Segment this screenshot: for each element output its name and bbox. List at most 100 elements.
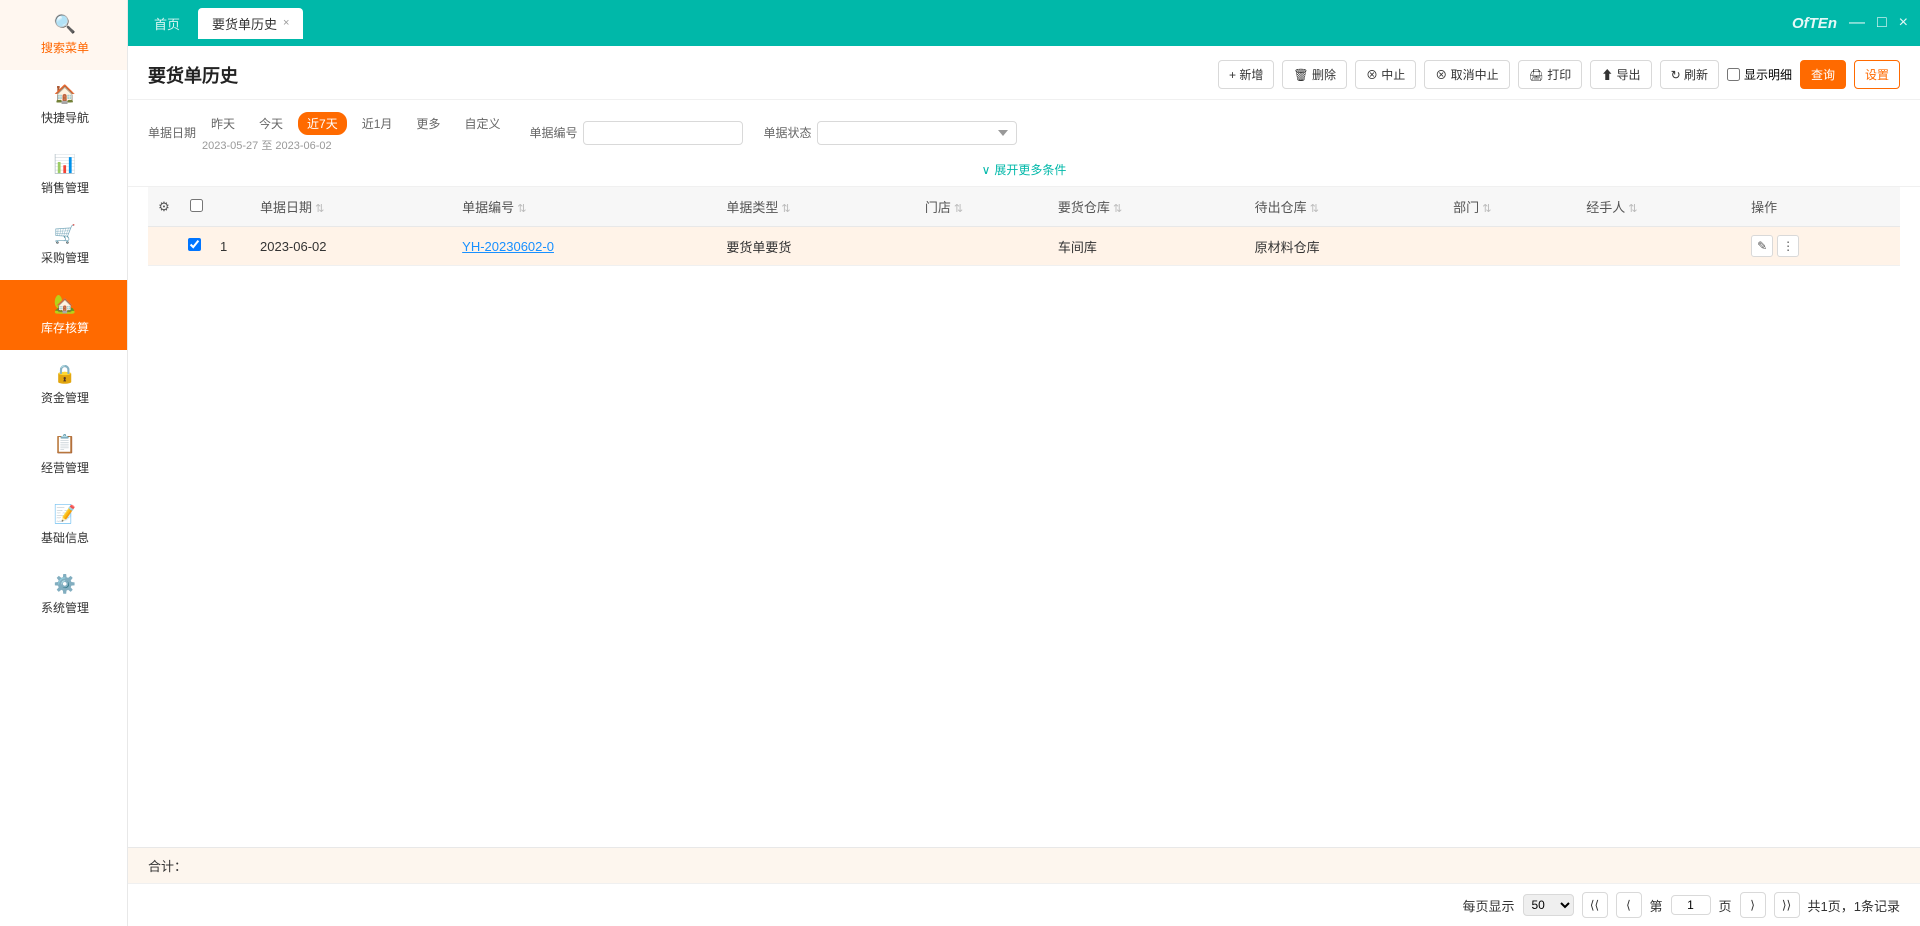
- tab-active-label: 要货单历史: [212, 14, 277, 33]
- row-date: 2023-06-02: [252, 227, 454, 266]
- sidebar-item-quick-nav[interactable]: 🏠 快捷导航: [0, 70, 127, 140]
- date-btn-custom[interactable]: 自定义: [455, 112, 509, 135]
- row-more-btn[interactable]: ⋮: [1777, 235, 1799, 257]
- show-detail-checkbox[interactable]: [1727, 68, 1740, 81]
- row-doc-type: 要货单要货: [718, 227, 917, 266]
- sidebar-item-purchase[interactable]: 🛒采购管理: [0, 210, 127, 280]
- summary-label: 合计：: [148, 856, 187, 875]
- doc-number-input[interactable]: [583, 121, 743, 145]
- per-page-label: 每页显示: [1462, 896, 1514, 915]
- settings-button[interactable]: 设置: [1854, 60, 1900, 89]
- date-range-display: 2023-05-27 至 2023-06-02: [202, 137, 509, 153]
- prev-page-btn[interactable]: ⟨: [1616, 892, 1642, 918]
- date-btn-today[interactable]: 今天: [250, 112, 292, 135]
- col-doc-no[interactable]: 单据编号: [454, 187, 718, 227]
- status-filter-item: 单据状态: [763, 121, 1017, 145]
- table-container: ⚙ 单据日期 单据编号 单据类型 门店 要货仓库 待出仓库 部门 经手人 操: [128, 187, 1920, 847]
- delete-button[interactable]: 🗑 删除: [1282, 60, 1347, 89]
- sidebar-icon-finance: 🔒: [54, 364, 76, 385]
- sidebar-icon-quick-nav: 🏠: [54, 84, 76, 105]
- date-btn-yesterday[interactable]: 昨天: [202, 112, 244, 135]
- tab-home[interactable]: 首页: [140, 8, 194, 39]
- row-num: 1: [212, 227, 252, 266]
- show-detail-toggle[interactable]: 显示明细: [1727, 66, 1792, 83]
- minimize-btn[interactable]: —: [1849, 14, 1865, 32]
- tab-home-label: 首页: [154, 14, 180, 33]
- date-btn-more[interactable]: 更多: [407, 112, 449, 135]
- row-pending-warehouse: 原材料仓库: [1247, 227, 1446, 266]
- brand-label: OfTEn: [1792, 15, 1837, 32]
- pagination: 每页显示 50 10 20 100 ⟨⟨ ⟨ 第 页 ⟩ ⟩⟩ 共1页，1条记录: [128, 883, 1920, 926]
- doc-number-label: 单据编号: [529, 124, 577, 141]
- main-area: 首页 要货单历史 × OfTEn — □ × 要货单历史 + 新增 🗑 删除 ⊗…: [128, 0, 1920, 926]
- sidebar-item-inventory[interactable]: 🏡库存核算: [0, 280, 127, 350]
- sidebar-item-operations[interactable]: 📋经营管理: [0, 420, 127, 490]
- sidebar: 🔍 搜索菜单 🏠 快捷导航 📊销售管理🛒采购管理🏡库存核算 🔒 资金管理 📋经营管理📝基础信息…: [0, 0, 128, 926]
- per-page-select[interactable]: 50 10 20 100: [1523, 894, 1574, 916]
- sidebar-label-quick-nav: 快捷导航: [41, 109, 89, 126]
- suspend-button[interactable]: ⊗ 中止: [1355, 60, 1416, 89]
- col-req-warehouse[interactable]: 要货仓库: [1050, 187, 1247, 227]
- next-page-btn[interactable]: ⟩: [1740, 892, 1766, 918]
- expand-more-label: 展开更多条件: [994, 161, 1066, 178]
- expand-more-btn[interactable]: ∨ 展开更多条件: [148, 161, 1900, 178]
- sidebar-item-system[interactable]: ⚙️ 系统管理: [0, 560, 127, 630]
- col-store[interactable]: 门店: [917, 187, 1050, 227]
- date-filter-item: 单据日期 昨天 今天 近7天 近1月 更多 自定义 2023-05-27 至 2…: [148, 112, 509, 153]
- new-button[interactable]: + 新增: [1218, 60, 1274, 89]
- date-btn-7days[interactable]: 近7天: [298, 112, 347, 135]
- sidebar-item-finance[interactable]: 🔒 资金管理: [0, 350, 127, 420]
- table-row: 1 2023-06-02 YH-20230602-0 要货单要货 车间库 原材料…: [148, 227, 1900, 266]
- expand-chevron-icon: ∨: [982, 163, 991, 177]
- sidebar-item-sales[interactable]: 📊销售管理: [0, 140, 127, 210]
- date-btn-1month[interactable]: 近1月: [353, 112, 402, 135]
- row-checkbox[interactable]: [188, 238, 201, 251]
- row-settings: [148, 227, 180, 266]
- tab-active[interactable]: 要货单历史 ×: [198, 8, 303, 39]
- sidebar-icon-sales: 📊: [54, 154, 76, 175]
- sidebar-label-system: 系统管理: [41, 599, 89, 616]
- sidebar-icon-basic-info: 📝: [54, 504, 76, 525]
- sidebar-label-inventory: 库存核算: [41, 319, 89, 336]
- sidebar-icon-search-menu: 🔍: [54, 14, 76, 35]
- col-department[interactable]: 部门: [1445, 187, 1578, 227]
- row-department: [1445, 227, 1578, 266]
- page-number-input[interactable]: [1671, 895, 1711, 915]
- data-table: ⚙ 单据日期 单据编号 单据类型 门店 要货仓库 待出仓库 部门 经手人 操: [148, 187, 1900, 266]
- last-page-btn[interactable]: ⟩⟩: [1774, 892, 1800, 918]
- table-footer: 合计：: [128, 847, 1920, 883]
- page-header: 要货单历史 + 新增 🗑 删除 ⊗ 中止 ⊗ 取消中止 🖨 打印 ⬆ 导出 ↻ …: [128, 46, 1920, 100]
- cancel-suspend-button[interactable]: ⊗ 取消中止: [1424, 60, 1509, 89]
- tab-close-icon[interactable]: ×: [283, 17, 289, 29]
- status-label: 单据状态: [763, 124, 811, 141]
- sidebar-item-search-menu[interactable]: 🔍 搜索菜单: [0, 0, 127, 70]
- col-settings[interactable]: ⚙: [148, 187, 180, 227]
- first-page-btn[interactable]: ⟨⟨: [1582, 892, 1608, 918]
- row-handler: [1578, 227, 1743, 266]
- filter-bar: 单据日期 昨天 今天 近7天 近1月 更多 自定义 2023-05-27 至 2…: [128, 100, 1920, 187]
- page-content: 要货单历史 + 新增 🗑 删除 ⊗ 中止 ⊗ 取消中止 🖨 打印 ⬆ 导出 ↻ …: [128, 46, 1920, 926]
- status-select[interactable]: [817, 121, 1017, 145]
- sidebar-icon-system: ⚙️: [54, 574, 76, 595]
- query-button[interactable]: 查询: [1800, 60, 1846, 89]
- maximize-btn[interactable]: □: [1877, 14, 1887, 32]
- close-window-btn[interactable]: ×: [1899, 14, 1908, 32]
- col-doc-type[interactable]: 单据类型: [718, 187, 917, 227]
- sidebar-item-basic-info[interactable]: 📝基础信息: [0, 490, 127, 560]
- col-num: [212, 187, 252, 227]
- select-all-checkbox[interactable]: [190, 199, 203, 212]
- export-button[interactable]: ⬆ 导出: [1590, 60, 1651, 89]
- refresh-button[interactable]: ↻ 刷新: [1660, 60, 1719, 89]
- col-pending-warehouse[interactable]: 待出仓库: [1247, 187, 1446, 227]
- col-handler[interactable]: 经手人: [1578, 187, 1743, 227]
- page-label-suffix: 页: [1719, 896, 1732, 915]
- sidebar-label-finance: 资金管理: [41, 389, 89, 406]
- col-date[interactable]: 单据日期: [252, 187, 454, 227]
- row-doc-no[interactable]: YH-20230602-0: [454, 227, 718, 266]
- sidebar-label-operations: 经营管理: [41, 459, 89, 476]
- row-edit-btn[interactable]: ✎: [1751, 235, 1773, 257]
- sidebar-label-search-menu: 搜索菜单: [41, 39, 89, 56]
- col-actions: 操作: [1743, 187, 1900, 227]
- total-records-label: 共1页，1条记录: [1808, 896, 1900, 915]
- print-button[interactable]: 🖨 打印: [1518, 60, 1583, 89]
